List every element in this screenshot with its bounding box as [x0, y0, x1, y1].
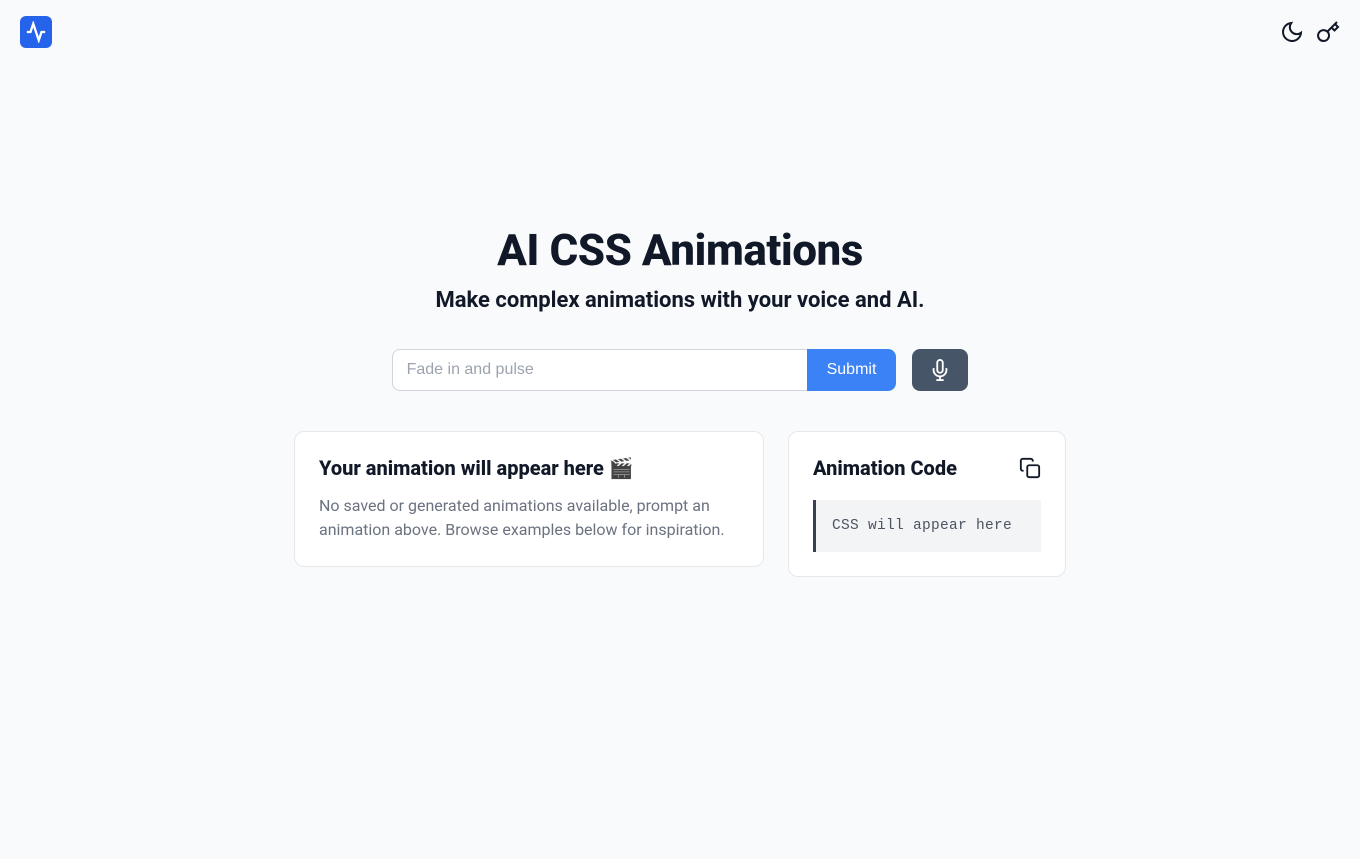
input-row: Submit [392, 349, 969, 391]
preview-card-title: Your animation will appear here 🎬 [319, 456, 739, 480]
page-subtitle: Make complex animations with your voice … [435, 288, 924, 313]
microphone-button[interactable] [912, 349, 968, 391]
activity-icon [25, 21, 47, 43]
copy-icon [1019, 457, 1041, 479]
animation-preview-card: Your animation will appear here 🎬 No sav… [294, 431, 764, 567]
header-icons [1280, 20, 1340, 44]
cards-row: Your animation will appear here 🎬 No sav… [294, 431, 1066, 577]
copy-code-button[interactable] [1019, 457, 1041, 479]
code-card-title: Animation Code [813, 456, 957, 480]
submit-button[interactable]: Submit [807, 349, 897, 391]
logo[interactable] [20, 16, 52, 48]
microphone-icon [929, 359, 951, 381]
page-title: AI CSS Animations [497, 224, 863, 276]
api-key-button[interactable] [1316, 20, 1340, 44]
theme-toggle-button[interactable] [1280, 20, 1304, 44]
code-card-header: Animation Code [813, 456, 1041, 480]
prompt-input[interactable] [392, 349, 807, 391]
key-icon [1316, 20, 1340, 44]
input-group: Submit [392, 349, 897, 391]
code-output: CSS will appear here [813, 500, 1041, 552]
moon-icon [1280, 20, 1304, 44]
main-content: AI CSS Animations Make complex animation… [0, 64, 1360, 577]
preview-card-description: No saved or generated animations availab… [319, 494, 739, 542]
animation-code-card: Animation Code CSS will appear here [788, 431, 1066, 577]
header [0, 0, 1360, 64]
